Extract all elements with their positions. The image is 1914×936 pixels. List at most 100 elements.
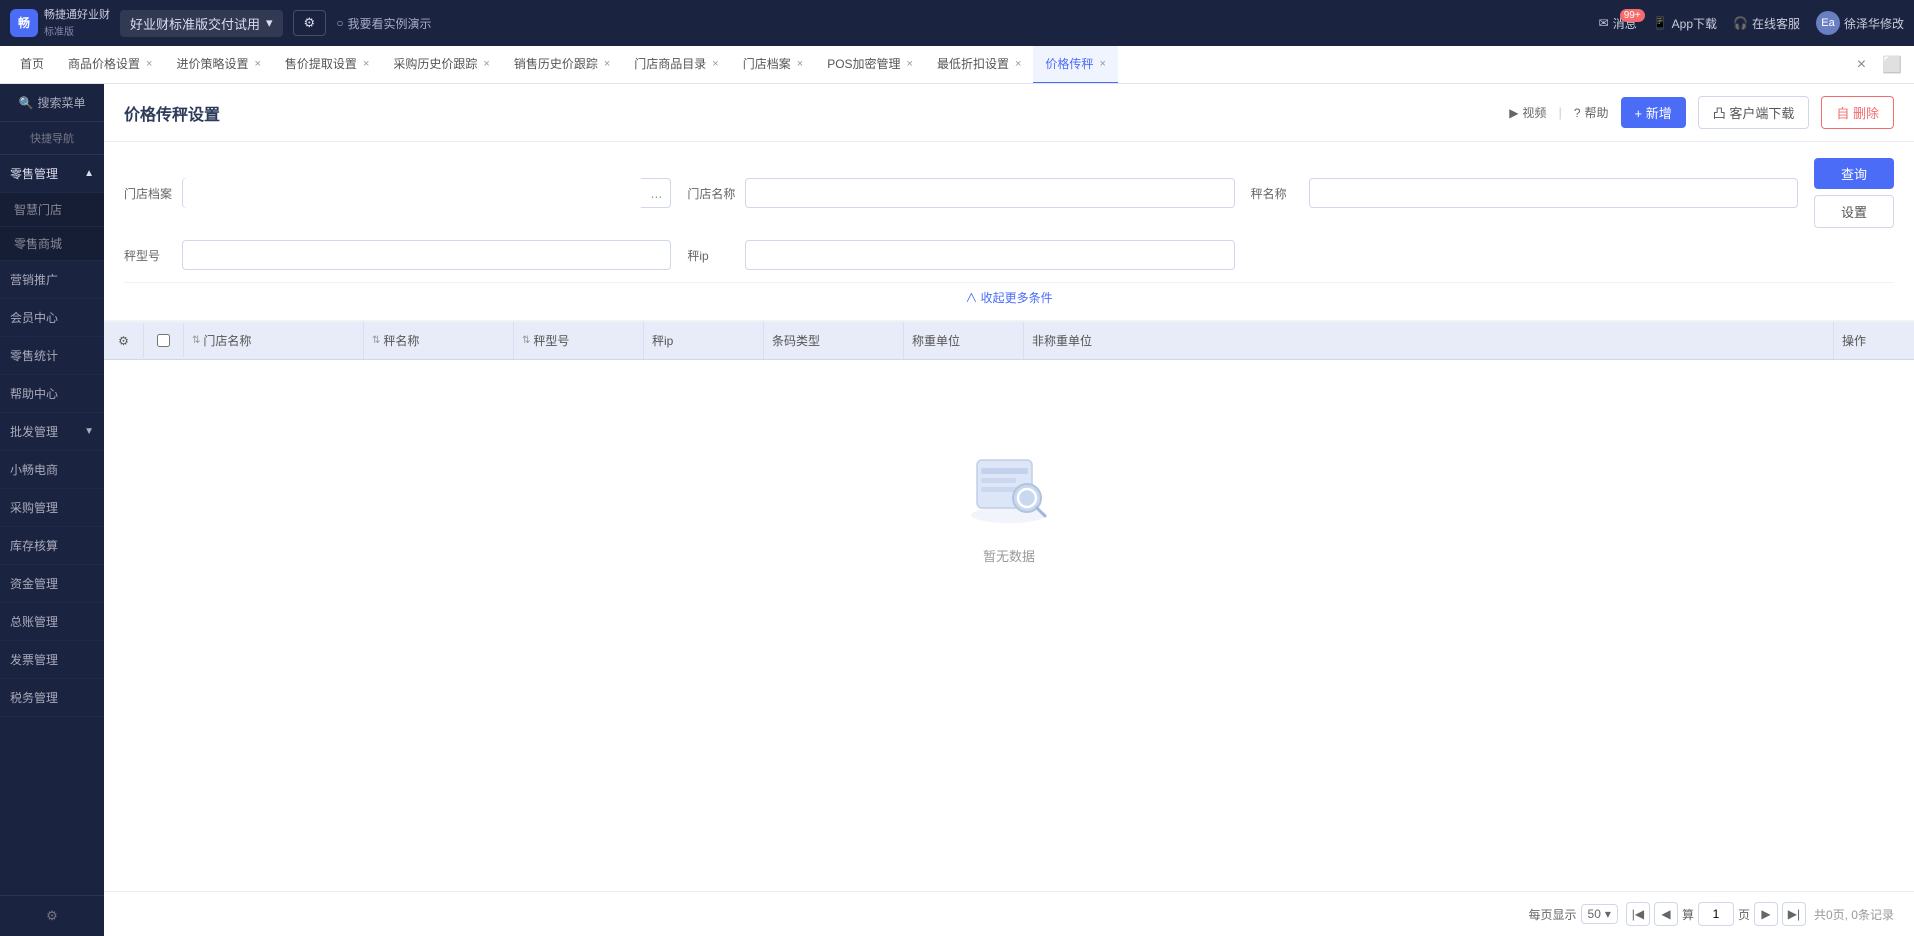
sidebar-item-finance[interactable]: 资金管理 xyxy=(0,565,104,603)
tab-price-scale[interactable]: 价格传秤 × xyxy=(1033,46,1117,84)
prev-page-btn[interactable]: ◀ xyxy=(1654,902,1678,926)
app-selector-label: 好业财标准版交付试用 xyxy=(130,14,260,33)
tab-purchase-strategy[interactable]: 进价策略设置 × xyxy=(164,46,272,84)
sidebar-item-purchase[interactable]: 采购管理 xyxy=(0,489,104,527)
th-scale-model: ⇅ 秤型号 xyxy=(514,322,644,359)
sidebar-item-inventory[interactable]: 库存核算 xyxy=(0,527,104,565)
tab-close-icon[interactable]: × xyxy=(712,58,718,70)
top-header: 畅 畅捷通好业财 标准版 好业财标准版交付试用 ▾ ⚙ ○ 我要看实例演示 ✉ … xyxy=(0,0,1914,46)
sidebar-item-tax[interactable]: 税务管理 xyxy=(0,679,104,717)
tab-close-icon[interactable]: × xyxy=(604,58,610,70)
search-menu-btn[interactable]: 🔍 搜索菜单 xyxy=(0,84,104,122)
sidebar-item-marketing[interactable]: 营销推广 xyxy=(0,261,104,299)
filter-row-2: 秤型号 秤ip xyxy=(124,240,1894,270)
online-service-btn[interactable]: 🎧 在线客服 xyxy=(1733,15,1800,32)
app-download-btn[interactable]: 📱 App下载 xyxy=(1653,15,1717,32)
tab-maximize-btn[interactable]: ⬜ xyxy=(1878,53,1906,77)
settings-btn[interactable]: ⚙ xyxy=(293,10,327,36)
logo-subtext: 标准版 xyxy=(44,23,110,38)
tab-close-icon[interactable]: × xyxy=(254,58,260,70)
tab-pos-encrypt[interactable]: POS加密管理 × xyxy=(815,46,925,84)
logo-icon: 畅 xyxy=(10,9,38,37)
scale-name-input[interactable] xyxy=(1309,178,1798,208)
tab-close-icon[interactable]: × xyxy=(797,58,803,70)
store-name-input[interactable] xyxy=(745,178,1234,208)
demo-link[interactable]: ○ 我要看实例演示 xyxy=(336,15,431,32)
tab-min-discount[interactable]: 最低折扣设置 × xyxy=(925,46,1033,84)
tab-close-icon[interactable]: × xyxy=(1015,58,1021,70)
tab-product-price[interactable]: 商品价格设置 × xyxy=(56,46,164,84)
download-button[interactable]: 凸 客户端下载 xyxy=(1698,96,1810,129)
tab-home[interactable]: 首页 xyxy=(8,46,56,84)
next-page-btn[interactable]: ▶ xyxy=(1754,902,1778,926)
th-check[interactable] xyxy=(144,324,184,357)
sidebar-settings-btn[interactable]: ⚙ xyxy=(0,895,104,936)
set-button[interactable]: 设置 xyxy=(1814,195,1894,228)
page-nav: |◀ ◀ 算 页 ▶ ▶| xyxy=(1626,902,1806,926)
tab-close-icon[interactable]: × xyxy=(146,58,152,70)
sidebar-item-general[interactable]: 总账管理 xyxy=(0,603,104,641)
tab-sale-extract[interactable]: 售价提取设置 × xyxy=(273,46,381,84)
app-selector[interactable]: 好业财标准版交付试用 ▾ xyxy=(120,10,283,37)
sidebar-item-help[interactable]: 帮助中心 xyxy=(0,375,104,413)
dropdown-icon: ▾ xyxy=(266,15,273,31)
sidebar-item-mini-ecom[interactable]: 小畅电商 xyxy=(0,451,104,489)
logo-area: 畅 畅捷通好业财 标准版 xyxy=(10,8,110,37)
sort-icon: ⇅ xyxy=(192,335,200,346)
empty-state: 暂无数据 xyxy=(104,360,1914,645)
size-select-dropdown[interactable]: 50 ▾ xyxy=(1581,904,1618,924)
tab-purchase-history[interactable]: 采购历史价跟踪 × xyxy=(381,46,501,84)
store-archive-input-wrapper: ... xyxy=(182,178,671,208)
tab-sale-history[interactable]: 销售历史价跟踪 × xyxy=(502,46,622,84)
circle-icon: ○ xyxy=(336,16,343,30)
sidebar-item-retail-mall[interactable]: 零售商城 xyxy=(0,227,104,261)
store-archive-input[interactable] xyxy=(183,178,643,208)
headset-icon: 🎧 xyxy=(1733,16,1748,30)
sidebar-item-invoice[interactable]: 发票管理 xyxy=(0,641,104,679)
tab-close-icon[interactable]: × xyxy=(483,58,489,70)
sidebar-item-retail[interactable]: 零售管理 ▲ xyxy=(0,155,104,193)
th-gear[interactable]: ⚙ xyxy=(104,324,144,358)
sidebar-item-retail-stats[interactable]: 零售统计 xyxy=(0,337,104,375)
store-archive-dots-btn[interactable]: ... xyxy=(643,185,671,201)
expand-arrow-icon: ▲ xyxy=(84,168,94,179)
last-page-btn[interactable]: ▶| xyxy=(1782,902,1806,926)
tab-store-archive[interactable]: 门店档案 × xyxy=(731,46,815,84)
filter-row-1: 门店档案 ... 门店名称 秤名称 查询 xyxy=(124,158,1894,228)
filter-store-archive: 门店档案 ... xyxy=(124,178,671,208)
scale-model-input[interactable] xyxy=(182,240,671,270)
filter-store-name: 门店名称 xyxy=(687,178,1234,208)
th-weight-unit: 称重单位 xyxy=(904,322,1024,359)
sidebar-item-smart-store[interactable]: 智慧门店 xyxy=(0,193,104,227)
th-non-weight-unit: 非称重单位 xyxy=(1024,322,1834,359)
delete-button[interactable]: 自 删除 xyxy=(1821,96,1894,129)
help-link[interactable]: ? 帮助 xyxy=(1574,104,1609,121)
tab-close-icon[interactable]: × xyxy=(363,58,369,70)
th-scale-ip: 秤ip xyxy=(644,322,764,359)
filter-scale-ip-label: 秤ip xyxy=(687,247,737,264)
select-all-checkbox[interactable] xyxy=(157,334,170,347)
gear-icon: ⚙ xyxy=(304,15,316,31)
add-button[interactable]: + 新增 xyxy=(1621,97,1686,128)
th-barcode-type: 条码类型 xyxy=(764,322,904,359)
pagination-bar: 每页显示 50 ▾ |◀ ◀ 算 页 ▶ ▶| 共0页, 0条记录 xyxy=(104,891,1914,936)
user-area[interactable]: Ea 徐泽华修改 xyxy=(1816,11,1904,35)
tab-store-catalog[interactable]: 门店商品目录 × xyxy=(622,46,730,84)
tab-close-all-btn[interactable]: × xyxy=(1853,54,1870,76)
scale-ip-input[interactable] xyxy=(745,240,1234,270)
query-button[interactable]: 查询 xyxy=(1814,158,1894,189)
first-page-btn[interactable]: |◀ xyxy=(1626,902,1650,926)
page-number-input[interactable] xyxy=(1698,902,1734,926)
download-icon: 📱 xyxy=(1653,16,1668,30)
messages-btn[interactable]: ✉ 消息 99+ xyxy=(1599,15,1637,32)
tab-close-icon[interactable]: × xyxy=(907,58,913,70)
sidebar-item-wholesale[interactable]: 批发管理 ▼ xyxy=(0,413,104,451)
collapse-btn[interactable]: ∧ 收起更多条件 xyxy=(124,282,1894,312)
filter-store-archive-label: 门店档案 xyxy=(124,185,174,202)
video-link[interactable]: ▶ 视频 xyxy=(1509,104,1546,121)
sidebar-item-member[interactable]: 会员中心 xyxy=(0,299,104,337)
th-store-name: ⇅ 门店名称 xyxy=(184,322,364,359)
tab-close-active-icon[interactable]: × xyxy=(1099,58,1105,70)
quick-nav-btn[interactable]: 快捷导航 xyxy=(0,122,104,155)
search-icon: 🔍 xyxy=(19,96,34,110)
